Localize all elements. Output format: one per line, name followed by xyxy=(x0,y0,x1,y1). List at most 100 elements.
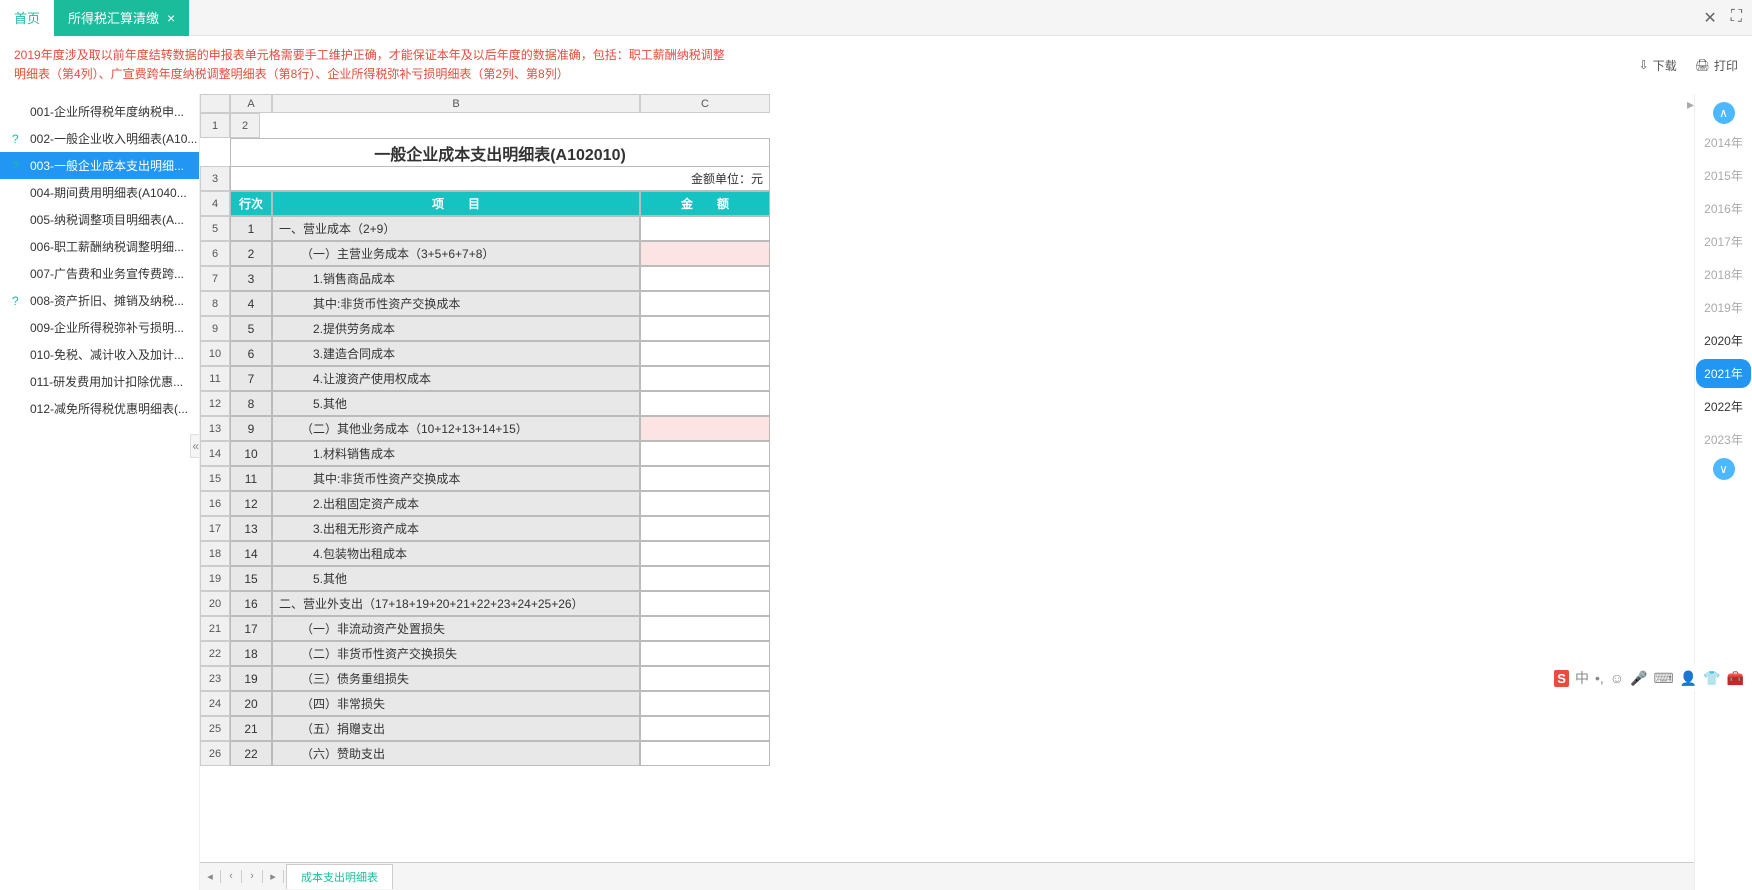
year-option[interactable]: 2016年 xyxy=(1696,194,1751,223)
row-header[interactable]: 15 xyxy=(200,466,230,491)
row-header[interactable]: 26 xyxy=(200,741,230,766)
sidebar-item[interactable]: 007-广告费和业务宣传费跨... xyxy=(0,260,199,287)
amount-cell[interactable] xyxy=(640,616,770,641)
row-header[interactable]: 6 xyxy=(200,241,230,266)
year-option[interactable]: 2014年 xyxy=(1696,128,1751,157)
fullscreen-icon[interactable]: ⛶ xyxy=(1731,8,1742,28)
row-header[interactable]: 9 xyxy=(200,316,230,341)
amount-cell[interactable] xyxy=(640,591,770,616)
amount-cell[interactable] xyxy=(640,716,770,741)
sidebar-item[interactable]: 005-纳税调整项目明细表(A... xyxy=(0,206,199,233)
print-button[interactable]: 🖨 打印 xyxy=(1695,57,1738,74)
year-option[interactable]: 2023年 xyxy=(1696,425,1751,454)
row-header[interactable]: 20 xyxy=(200,591,230,616)
sheet-nav-next-icon[interactable]: › xyxy=(242,870,263,883)
ime-punct-icon[interactable]: •, xyxy=(1595,670,1604,686)
year-option[interactable]: 2021年 xyxy=(1696,359,1751,388)
amount-cell[interactable] xyxy=(640,641,770,666)
col-header[interactable]: A xyxy=(230,94,272,113)
sheet-tab[interactable]: 成本支出明细表 xyxy=(286,864,393,889)
amount-cell[interactable] xyxy=(640,466,770,491)
amount-cell[interactable] xyxy=(640,491,770,516)
year-option[interactable]: 2015年 xyxy=(1696,161,1751,190)
sidebar-item[interactable]: 004-期间费用明细表(A1040... xyxy=(0,179,199,206)
amount-cell[interactable] xyxy=(640,316,770,341)
amount-cell[interactable] xyxy=(640,216,770,241)
row-header[interactable]: 13 xyxy=(200,416,230,441)
year-up-icon[interactable]: ∧ xyxy=(1713,102,1735,124)
sidebar-item[interactable]: ?003-一般企业成本支出明细... xyxy=(0,152,199,179)
sidebar-item[interactable]: 010-免税、减计收入及加计... xyxy=(0,341,199,368)
row-header[interactable]: 16 xyxy=(200,491,230,516)
amount-cell[interactable] xyxy=(640,441,770,466)
tab-active[interactable]: 所得税汇算清缴 × xyxy=(54,0,189,36)
year-option[interactable]: 2022年 xyxy=(1696,392,1751,421)
amount-cell[interactable] xyxy=(640,266,770,291)
download-button[interactable]: ⇩ 下载 xyxy=(1639,57,1677,74)
row-header[interactable]: 23 xyxy=(200,666,230,691)
row-header[interactable]: 2 xyxy=(230,113,260,138)
row-header[interactable]: 25 xyxy=(200,716,230,741)
amount-cell[interactable] xyxy=(640,291,770,316)
row-header[interactable]: 1 xyxy=(200,113,230,138)
ime-lang[interactable]: 中 xyxy=(1575,668,1589,688)
spreadsheet[interactable]: ABC12一般企业成本支出明细表(A102010)3金额单位：元4行次项 目金 … xyxy=(200,94,1694,862)
amount-cell[interactable] xyxy=(640,566,770,591)
sidebar-item[interactable]: 012-减免所得税优惠明细表(... xyxy=(0,395,199,422)
sidebar-item[interactable]: ?002-一般企业收入明细表(A10... xyxy=(0,125,199,152)
ime-brand-icon[interactable]: S xyxy=(1554,670,1569,687)
row-header[interactable]: 4 xyxy=(200,191,230,216)
row-header[interactable]: 3 xyxy=(200,166,230,191)
year-option[interactable]: 2017年 xyxy=(1696,227,1751,256)
row-header[interactable]: 7 xyxy=(200,266,230,291)
row-header[interactable]: 5 xyxy=(200,216,230,241)
ime-toolbox-icon[interactable]: 🧰 xyxy=(1727,670,1744,687)
row-header[interactable]: 10 xyxy=(200,341,230,366)
col-header[interactable]: B xyxy=(272,94,640,113)
window-close-icon[interactable]: ✕ xyxy=(1703,8,1716,28)
sheet-nav-last-icon[interactable]: ▸ xyxy=(263,870,284,883)
row-header[interactable]: 11 xyxy=(200,366,230,391)
expand-handle-icon[interactable]: ▸ xyxy=(1687,96,1694,113)
year-option[interactable]: 2019年 xyxy=(1696,293,1751,322)
ime-user-icon[interactable]: 👤 xyxy=(1680,670,1697,687)
year-option[interactable]: 2020年 xyxy=(1696,326,1751,355)
amount-cell[interactable] xyxy=(640,391,770,416)
col-header[interactable]: C xyxy=(640,94,770,113)
amount-cell[interactable] xyxy=(640,416,770,441)
row-header[interactable]: 24 xyxy=(200,691,230,716)
sidebar-item[interactable]: 011-研发费用加计扣除优惠... xyxy=(0,368,199,395)
ime-emoji-icon[interactable]: ☺ xyxy=(1610,670,1624,686)
row-header[interactable]: 8 xyxy=(200,291,230,316)
row-header[interactable]: 18 xyxy=(200,541,230,566)
ime-keyboard-icon[interactable]: ⌨ xyxy=(1653,670,1673,687)
amount-cell[interactable] xyxy=(640,241,770,266)
amount-cell[interactable] xyxy=(640,541,770,566)
amount-cell[interactable] xyxy=(640,341,770,366)
sidebar-item[interactable]: 009-企业所得税弥补亏损明... xyxy=(0,314,199,341)
sheet-nav-prev-icon[interactable]: ‹ xyxy=(221,870,242,883)
ime-mic-icon[interactable]: 🎤 xyxy=(1630,670,1647,687)
amount-cell[interactable] xyxy=(640,666,770,691)
year-option[interactable]: 2018年 xyxy=(1696,260,1751,289)
row-header[interactable]: 17 xyxy=(200,516,230,541)
row-header[interactable]: 12 xyxy=(200,391,230,416)
close-icon[interactable]: × xyxy=(167,10,175,26)
amount-cell[interactable] xyxy=(640,691,770,716)
row-header[interactable]: 19 xyxy=(200,566,230,591)
sidebar-item[interactable]: 006-职工薪酬纳税调整明细... xyxy=(0,233,199,260)
amount-cell[interactable] xyxy=(640,516,770,541)
row-header[interactable]: 21 xyxy=(200,616,230,641)
year-down-icon[interactable]: ∨ xyxy=(1713,458,1735,480)
sidebar-item[interactable]: 001-企业所得税年度纳税申... xyxy=(0,98,199,125)
item-cell: （三）债务重组损失 xyxy=(272,666,640,691)
sidebar-item[interactable]: ?008-资产折旧、摊销及纳税... xyxy=(0,287,199,314)
sheet-nav-first-icon[interactable]: ◂ xyxy=(200,870,221,883)
row-header[interactable]: 22 xyxy=(200,641,230,666)
collapse-icon[interactable]: « xyxy=(190,434,200,458)
tab-home[interactable]: 首页 xyxy=(0,0,54,36)
row-header[interactable]: 14 xyxy=(200,441,230,466)
ime-skin-icon[interactable]: 👕 xyxy=(1703,670,1720,687)
amount-cell[interactable] xyxy=(640,366,770,391)
amount-cell[interactable] xyxy=(640,741,770,766)
